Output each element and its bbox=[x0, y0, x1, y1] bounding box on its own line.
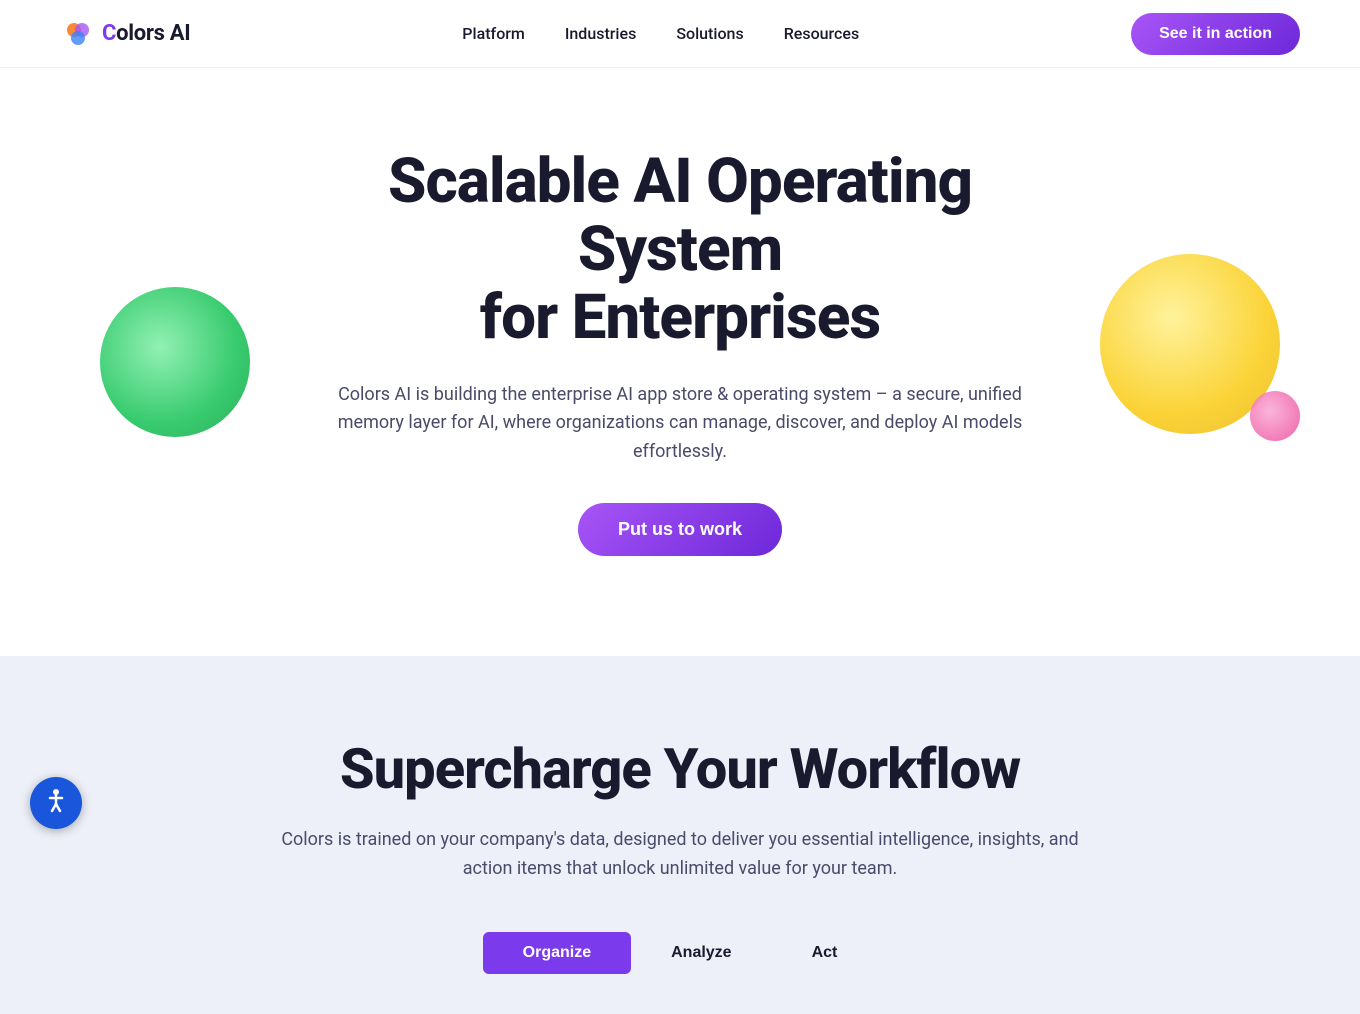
accessibility-icon bbox=[43, 787, 69, 819]
main-header: Colors AI Platform Industries Solutions … bbox=[0, 0, 1360, 68]
hero-content: Scalable AI Operating System for Enterpr… bbox=[280, 148, 1080, 556]
logo-icon bbox=[60, 16, 96, 52]
accessibility-button[interactable] bbox=[30, 777, 82, 829]
nav-resources[interactable]: Resources bbox=[784, 24, 860, 43]
tab-analyze[interactable]: Analyze bbox=[631, 932, 771, 974]
hero-subtitle: Colors AI is building the enterprise AI … bbox=[330, 381, 1030, 467]
nav-industries[interactable]: Industries bbox=[565, 24, 636, 43]
workflow-title: Supercharge Your Workflow bbox=[60, 736, 1300, 802]
person-icon bbox=[43, 787, 69, 813]
decoration-blob-pink bbox=[1250, 391, 1300, 441]
tab-organize[interactable]: Organize bbox=[483, 932, 631, 974]
main-nav: Platform Industries Solutions Resources bbox=[462, 24, 859, 43]
hero-section: Scalable AI Operating System for Enterpr… bbox=[0, 68, 1360, 656]
tab-act[interactable]: Act bbox=[772, 932, 878, 974]
logo-text: Colors AI bbox=[102, 21, 190, 46]
workflow-section: Supercharge Your Workflow Colors is trai… bbox=[0, 656, 1360, 1014]
logo-link[interactable]: Colors AI bbox=[60, 16, 190, 52]
workflow-subtitle: Colors is trained on your company's data… bbox=[280, 826, 1080, 884]
header-cta-button[interactable]: See it in action bbox=[1131, 13, 1300, 55]
nav-solutions[interactable]: Solutions bbox=[676, 24, 743, 43]
nav-platform[interactable]: Platform bbox=[462, 24, 525, 43]
decoration-blob-green bbox=[100, 287, 250, 437]
hero-cta-button[interactable]: Put us to work bbox=[578, 503, 782, 556]
hero-title: Scalable AI Operating System for Enterpr… bbox=[280, 148, 1080, 353]
workflow-tabs: Organize Analyze Act bbox=[60, 932, 1300, 974]
